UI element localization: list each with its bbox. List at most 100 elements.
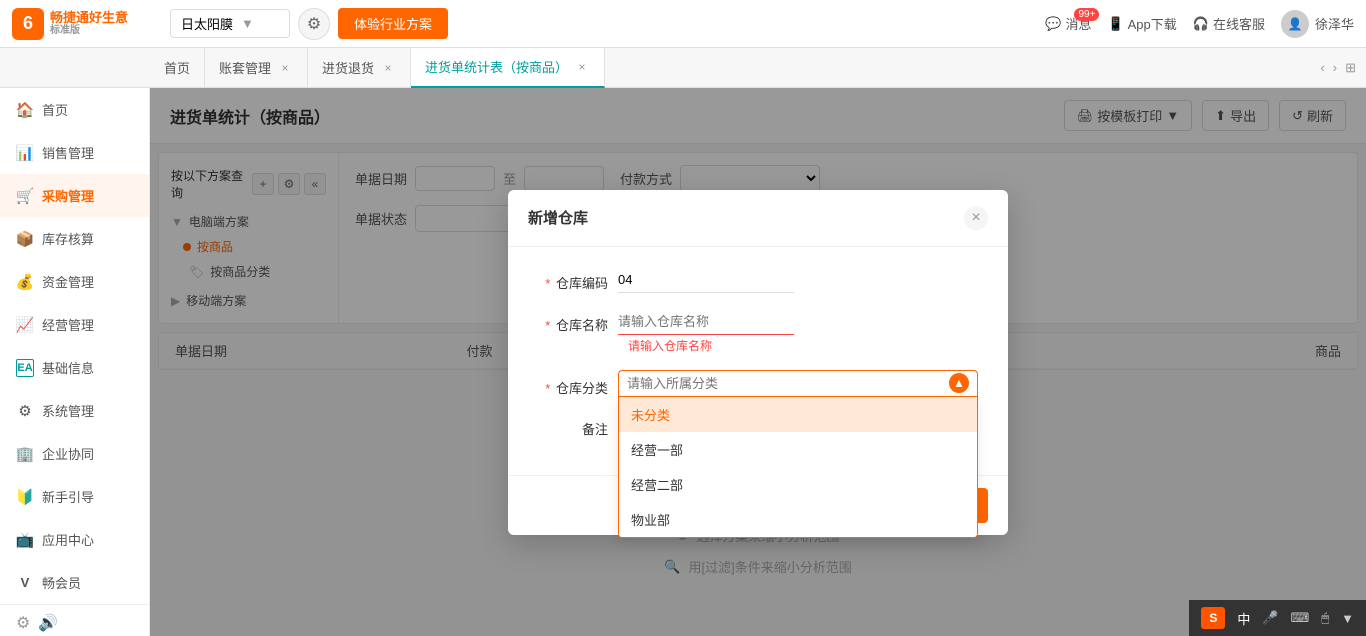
- message-badge: 99+: [1074, 8, 1099, 21]
- top-actions: 💬 消息 99+ 📱 App下载 🎧 在线客服 👤 徐泽华: [1045, 10, 1354, 38]
- category-wrapper: ▲ 未分类 经营一部 经营二部 物业部: [618, 370, 978, 397]
- tab-bar: 首页 账套管理 × 进货退货 × 进货单统计表（按商品） × ‹ › ⊞: [0, 48, 1366, 88]
- modal-overlay: 新增仓库 × * 仓库编码: [150, 88, 1366, 636]
- tab-purchase-summary[interactable]: 进货单统计表（按商品） ×: [411, 48, 605, 88]
- modal-title: 新增仓库: [528, 207, 588, 228]
- purchase-icon: 🛒: [16, 187, 34, 205]
- category-dropdown: 未分类 经营一部 经营二部 物业部: [618, 397, 978, 538]
- keyboard-icon[interactable]: ⌨: [1291, 610, 1310, 626]
- required-star-code: *: [545, 276, 550, 291]
- sidebar-item-purchase[interactable]: 🛒 采购管理: [0, 174, 149, 217]
- tab-account-close[interactable]: ×: [277, 60, 293, 76]
- category-input[interactable]: [619, 371, 977, 396]
- form-row-category: * 仓库分类 ▲ 未分类 经营一部 经: [538, 370, 978, 397]
- sidebar-item-enterprise[interactable]: 🏢 企业协同: [0, 432, 149, 475]
- sidebar-item-sales-label: 销售管理: [42, 143, 94, 162]
- sidebar-item-sales[interactable]: 📊 销售管理: [0, 131, 149, 174]
- name-input[interactable]: [618, 309, 794, 335]
- brand-sub: 标准版: [50, 25, 128, 37]
- app-center-icon: 📺: [16, 531, 34, 549]
- lang-label[interactable]: 中: [1237, 609, 1250, 628]
- modal-dialog: 新增仓库 × * 仓库编码: [508, 190, 1008, 535]
- sidebar-item-home-label: 首页: [42, 100, 68, 119]
- settings-bottom-icon[interactable]: ⚙: [16, 613, 30, 633]
- brand-name: 畅捷通好生意: [50, 10, 128, 26]
- tab-purchase-return-close[interactable]: ×: [380, 60, 396, 76]
- sidebar-bottom: ⚙ 🔊: [0, 604, 149, 636]
- sidebar-item-system[interactable]: ⚙ 系统管理: [0, 389, 149, 432]
- app-download-label: App下载: [1128, 14, 1177, 33]
- logo-area: 6 畅捷通好生意 标准版: [12, 8, 162, 40]
- sidebar-item-inventory[interactable]: 📦 库存核算: [0, 217, 149, 260]
- sidebar-item-operation[interactable]: 📈 经营管理: [0, 303, 149, 346]
- sidebar-item-purchase-label: 采购管理: [42, 186, 94, 205]
- settings-button[interactable]: ⚙: [298, 8, 330, 40]
- main-layout: 🏠 首页 📊 销售管理 🛒 采购管理 📦 库存核算 💰 资金管理 📈 经营管理 …: [0, 88, 1366, 636]
- content-area: 进货单统计（按商品） 🖨 按模板打印 ▼ ⬆ 导出 ↺ 刷新: [150, 88, 1366, 636]
- app-download-action[interactable]: 📱 App下载: [1107, 14, 1176, 33]
- store-selector[interactable]: 日太阳膜 ▼: [170, 9, 290, 38]
- tab-home[interactable]: 首页: [150, 48, 205, 88]
- sidebar-item-vip[interactable]: V 畅会员: [0, 561, 149, 604]
- operation-icon: 📈: [16, 316, 34, 334]
- category-label: * 仓库分类: [538, 370, 618, 397]
- experience-button[interactable]: 体验行业方案: [338, 8, 448, 39]
- category-toggle-btn[interactable]: ▲: [949, 373, 969, 393]
- mic-icon[interactable]: 🎤: [1262, 610, 1278, 626]
- guide-icon: 🔰: [16, 488, 34, 506]
- dropdown-item-dept3[interactable]: 物业部: [619, 502, 977, 537]
- audio-icon[interactable]: 🔊: [38, 613, 58, 633]
- modal-close-button[interactable]: ×: [964, 206, 988, 230]
- sidebar-item-finance[interactable]: 💰 资金管理: [0, 260, 149, 303]
- sales-icon: 📊: [16, 144, 34, 162]
- tab-menu-icon[interactable]: ⊞: [1345, 60, 1356, 76]
- form-row-code: * 仓库编码: [538, 267, 978, 293]
- sidebar: 🏠 首页 📊 销售管理 🛒 采购管理 📦 库存核算 💰 资金管理 📈 经营管理 …: [0, 88, 150, 636]
- code-input[interactable]: [618, 267, 794, 293]
- sidebar-item-app-center[interactable]: 📺 应用中心: [0, 518, 149, 561]
- finance-icon: 💰: [16, 273, 34, 291]
- sidebar-item-basic-label: 基础信息: [42, 358, 94, 377]
- online-service-label: 在线客服: [1213, 14, 1265, 33]
- dropdown-item-dept2[interactable]: 经营二部: [619, 467, 977, 502]
- message-action[interactable]: 💬 消息 99+: [1045, 14, 1091, 33]
- system-icon: ⚙: [16, 402, 34, 420]
- name-label: * 仓库名称: [538, 309, 618, 334]
- avatar: 👤: [1281, 10, 1309, 38]
- sidebar-item-system-label: 系统管理: [42, 401, 94, 420]
- sidebar-item-basic[interactable]: EA 基础信息: [0, 346, 149, 389]
- headset-icon: 🎧: [1193, 16, 1209, 32]
- notes-label: 备注: [538, 413, 618, 438]
- avatar-icon: 👤: [1288, 17, 1303, 31]
- mouse-icon[interactable]: 🖱: [1321, 610, 1329, 626]
- vip-icon: V: [16, 574, 34, 592]
- tab-purchase-return[interactable]: 进货退货 ×: [308, 48, 411, 88]
- app-logo-icon: 6: [12, 8, 44, 40]
- sidebar-item-finance-label: 资金管理: [42, 272, 94, 291]
- sidebar-item-inventory-label: 库存核算: [42, 229, 94, 248]
- tab-account-label: 账套管理: [219, 58, 271, 77]
- tab-prev-icon[interactable]: ‹: [1320, 60, 1324, 75]
- tab-home-label: 首页: [164, 58, 190, 77]
- name-error-msg: 请输入仓库名称: [628, 337, 712, 354]
- required-star-name: *: [545, 318, 550, 333]
- online-service-action[interactable]: 🎧 在线客服: [1193, 14, 1265, 33]
- top-bar: 6 畅捷通好生意 标准版 日太阳膜 ▼ ⚙ 体验行业方案 💬 消息 99+ 📱 …: [0, 0, 1366, 48]
- dropdown-item-uncategorized[interactable]: 未分类: [619, 397, 977, 432]
- code-label: * 仓库编码: [538, 267, 618, 292]
- sidebar-item-vip-label: 畅会员: [42, 573, 81, 592]
- tab-account[interactable]: 账套管理 ×: [205, 48, 308, 88]
- tab-purchase-summary-close[interactable]: ×: [574, 59, 590, 75]
- dropdown-item-dept1[interactable]: 经营一部: [619, 432, 977, 467]
- code-input-wrapper: [618, 267, 978, 293]
- basic-icon: EA: [16, 359, 34, 377]
- message-icon: 💬: [1045, 16, 1061, 32]
- sidebar-item-guide[interactable]: 🔰 新手引导: [0, 475, 149, 518]
- form-row-name: * 仓库名称 请输入仓库名称: [538, 309, 978, 354]
- tab-purchase-return-label: 进货退货: [322, 58, 374, 77]
- sidebar-item-home[interactable]: 🏠 首页: [0, 88, 149, 131]
- user-area[interactable]: 👤 徐泽华: [1281, 10, 1354, 38]
- sidebar-item-app-center-label: 应用中心: [42, 530, 94, 549]
- footer-menu-icon[interactable]: ▼: [1341, 611, 1354, 626]
- tab-next-icon[interactable]: ›: [1333, 60, 1337, 75]
